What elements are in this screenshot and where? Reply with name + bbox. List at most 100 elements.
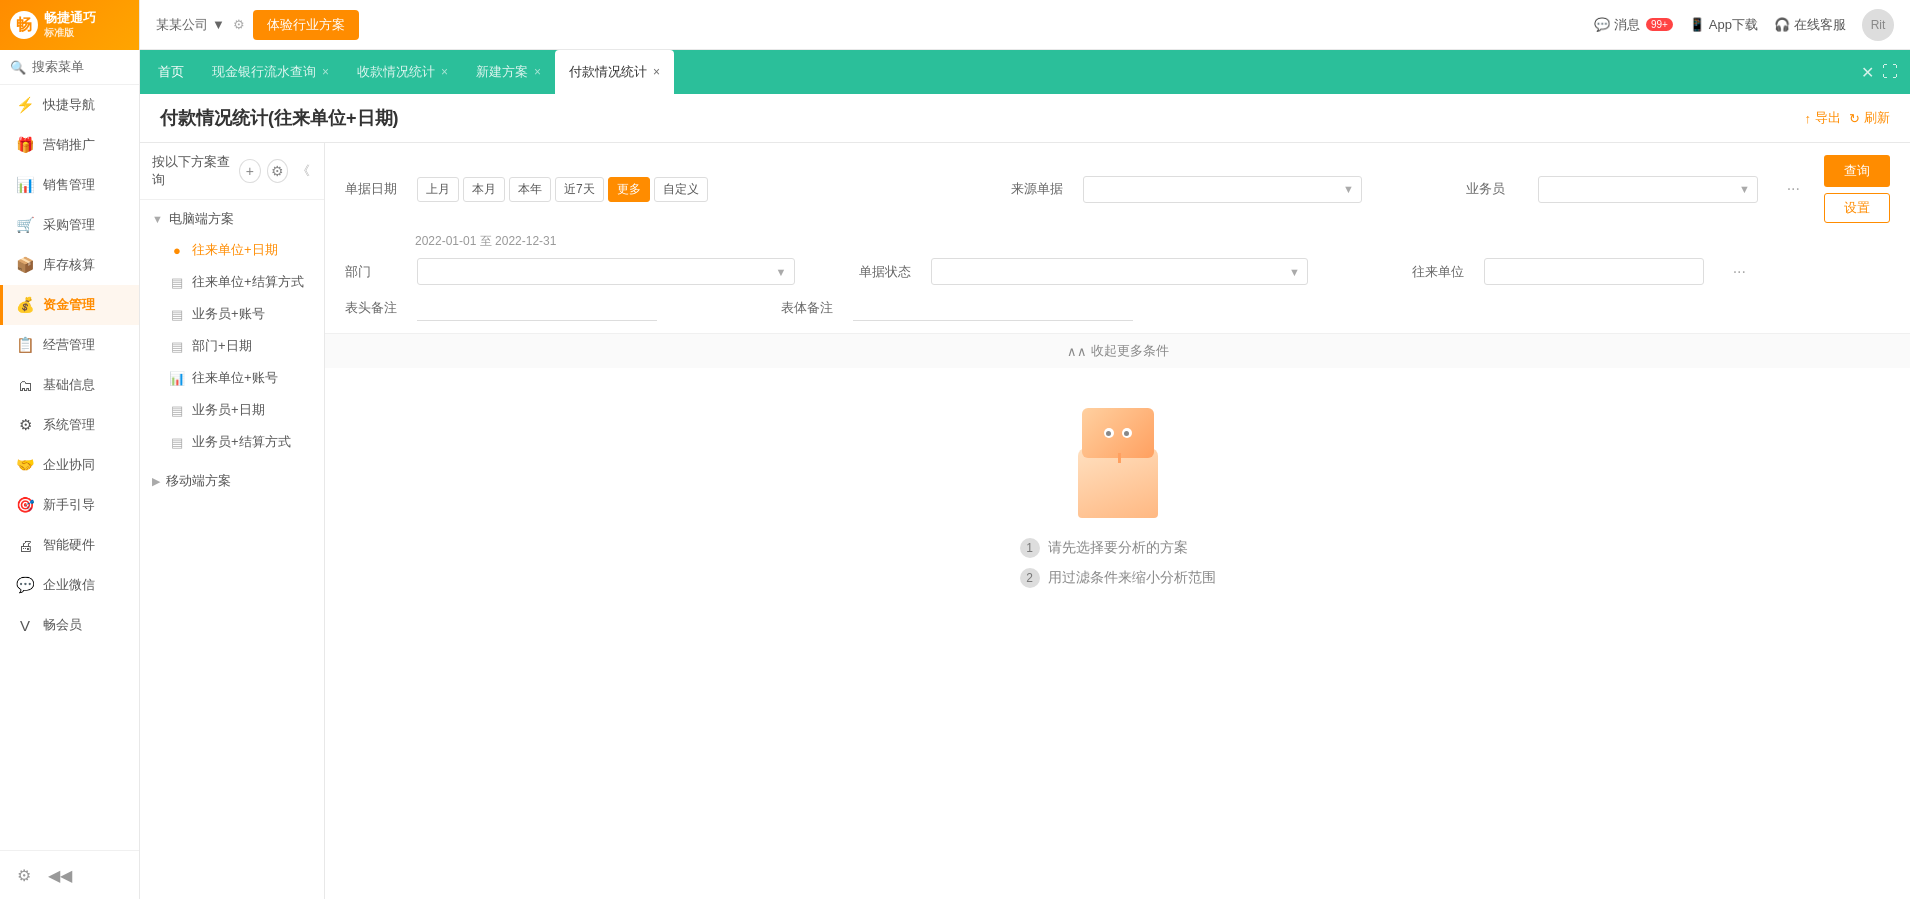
tab-home-label: 首页 xyxy=(158,63,184,81)
close-all-tabs-btn[interactable]: ✕ xyxy=(1861,63,1874,82)
empty-hints: 1 请先选择要分析的方案 2 用过滤条件来缩小分析范围 xyxy=(1020,538,1216,598)
counterpart-label: 往来单位 xyxy=(1412,263,1472,281)
tab-payment-stats[interactable]: 付款情况统计 × xyxy=(555,50,674,94)
sidebar-item-member[interactable]: V 畅会员 xyxy=(0,605,139,645)
collapse-more-btn[interactable]: ∧∧ 收起更多条件 xyxy=(325,334,1910,368)
tab-new-scheme[interactable]: 新建方案 × xyxy=(462,50,555,94)
tab-payment-stats-close[interactable]: × xyxy=(653,65,660,79)
scheme-item-salesman-account[interactable]: ▤ 业务员+账号 xyxy=(140,298,324,330)
tab-cash-flow-close[interactable]: × xyxy=(322,65,329,79)
sidebar-item-hardware[interactable]: 🖨 智能硬件 xyxy=(0,525,139,565)
settings-footer-btn[interactable]: ⚙ xyxy=(10,861,38,889)
scheme-item-chart-icon: ▤ xyxy=(168,273,186,291)
robot-pupil-left xyxy=(1106,431,1111,436)
date-btn-custom[interactable]: 自定义 xyxy=(654,177,708,202)
user-avatar[interactable]: Rit xyxy=(1862,9,1894,41)
sidebar-item-wechat[interactable]: 💬 企业微信 xyxy=(0,565,139,605)
refresh-btn[interactable]: ↻ 刷新 xyxy=(1849,109,1890,127)
messages-action[interactable]: 💬 消息 99+ xyxy=(1594,16,1673,34)
source-doc-select[interactable] xyxy=(1083,176,1362,203)
date-btn-last-7[interactable]: 近7天 xyxy=(555,177,604,202)
add-scheme-btn[interactable]: + xyxy=(239,159,261,183)
scheme-item-label: 往来单位+日期 xyxy=(192,241,278,259)
empty-hint-2: 2 用过滤条件来缩小分析范围 xyxy=(1020,568,1216,588)
online-service-action[interactable]: 🎧 在线客服 xyxy=(1774,16,1846,34)
header-note-input[interactable] xyxy=(417,295,657,321)
tab-bar: 首页 现金银行流水查询 × 收款情况统计 × 新建方案 × 付款情况统计 × ✕… xyxy=(140,50,1910,94)
collapse-label: 收起更多条件 xyxy=(1091,342,1169,360)
date-btn-this-year[interactable]: 本年 xyxy=(509,177,551,202)
sidebar-item-guide[interactable]: 🎯 新手引导 xyxy=(0,485,139,525)
page-area: 付款情况统计(往来单位+日期) ↑ 导出 ↻ 刷新 按以下方案查询 + ⚙ xyxy=(140,94,1910,899)
system-icon: ⚙ xyxy=(15,415,35,435)
date-btn-more[interactable]: 更多 xyxy=(608,177,650,202)
logo-icon: 畅 xyxy=(10,11,38,39)
filter-row-date: 单据日期 上月 本月 本年 近7天 更多 自定义 来源单据 xyxy=(345,155,1890,223)
sidebar-search[interactable]: 🔍 搜索菜单 xyxy=(0,50,139,85)
body-note-input[interactable] xyxy=(853,295,1133,321)
robot-pupil-right xyxy=(1124,431,1129,436)
guide-icon: 🎯 xyxy=(15,495,35,515)
sidebar-item-quick-nav[interactable]: ⚡ 快捷导航 xyxy=(0,85,139,125)
sidebar-footer: ⚙ ◀◀ xyxy=(0,850,139,899)
date-label: 单据日期 xyxy=(345,180,405,198)
scheme-item-dept-date[interactable]: ▤ 部门+日期 xyxy=(140,330,324,362)
salesman-label: 业务员 xyxy=(1466,180,1526,198)
tab-receipt-stats-close[interactable]: × xyxy=(441,65,448,79)
robot-eyes xyxy=(1104,428,1132,438)
filter-settings-btn[interactable]: 设置 xyxy=(1824,193,1890,223)
expand-tab-btn[interactable]: ⛶ xyxy=(1882,63,1898,81)
scheme-settings-btn[interactable]: ⚙ xyxy=(267,159,289,183)
tab-home[interactable]: 首页 xyxy=(144,50,198,94)
sidebar-item-inventory[interactable]: 📦 库存核算 xyxy=(0,245,139,285)
scheme-item-counterpart-settle[interactable]: ▤ 往来单位+结算方式 xyxy=(140,266,324,298)
tab-receipt-stats[interactable]: 收款情况统计 × xyxy=(343,50,462,94)
wechat-icon: 💬 xyxy=(15,575,35,595)
counterpart-more-btn[interactable]: ··· xyxy=(1716,263,1746,281)
app-download-action[interactable]: 📱 App下载 xyxy=(1689,16,1758,34)
company-selector[interactable]: 某某公司 ▼ xyxy=(156,16,225,34)
scheme-item-counterpart-date[interactable]: ● 往来单位+日期 xyxy=(140,234,324,266)
robot-eye-right xyxy=(1122,428,1132,438)
scheme-panel-title: 按以下方案查询 xyxy=(152,153,233,189)
sidebar-item-marketing[interactable]: 🎁 营销推广 xyxy=(0,125,139,165)
sidebar-item-capital[interactable]: 💰 资金管理 xyxy=(0,285,139,325)
dept-label: 部门 xyxy=(345,263,405,281)
doc-status-select[interactable] xyxy=(931,258,1309,285)
date-range-text: 2022-01-01 至 2022-12-31 xyxy=(415,234,556,248)
page-header-actions: ↑ 导出 ↻ 刷新 xyxy=(1805,109,1891,127)
scheme-group-mobile-header[interactable]: ▶ 移动端方案 xyxy=(140,466,324,496)
salesman-select[interactable] xyxy=(1538,176,1758,203)
scheme-group-pc-header[interactable]: ▼ 电脑端方案 xyxy=(140,204,324,234)
scheme-item-salesman-date[interactable]: ▤ 业务员+日期 xyxy=(140,394,324,426)
tab-cash-flow[interactable]: 现金银行流水查询 × xyxy=(198,50,343,94)
data-empty-area: 1 请先选择要分析的方案 2 用过滤条件来缩小分析范围 xyxy=(325,368,1910,638)
query-btn[interactable]: 查询 xyxy=(1824,155,1890,187)
sidebar-item-cooperation[interactable]: 🤝 企业协同 xyxy=(0,445,139,485)
export-btn[interactable]: ↑ 导出 xyxy=(1805,109,1842,127)
sidebar-item-system[interactable]: ⚙ 系统管理 xyxy=(0,405,139,445)
counterpart-select[interactable] xyxy=(1484,258,1704,285)
scheme-item-counterpart-account[interactable]: 📊 往来单位+账号 xyxy=(140,362,324,394)
date-btn-this-month[interactable]: 本月 xyxy=(463,177,505,202)
sidebar-item-purchase[interactable]: 🛒 采购管理 xyxy=(0,205,139,245)
salesman-more-btn[interactable]: ··· xyxy=(1770,180,1800,198)
collapse-sidebar-btn[interactable]: ◀◀ xyxy=(46,861,74,889)
scheme-item-salesman-settle[interactable]: ▤ 业务员+结算方式 xyxy=(140,426,324,458)
settings-icon[interactable]: ⚙ xyxy=(233,17,245,32)
sales-icon: 📊 xyxy=(15,175,35,195)
sidebar-item-sales[interactable]: 📊 销售管理 xyxy=(0,165,139,205)
top-header-right: 💬 消息 99+ 📱 App下载 🎧 在线客服 Rit xyxy=(1594,9,1894,41)
date-btn-last-month[interactable]: 上月 xyxy=(417,177,459,202)
content-layout: 按以下方案查询 + ⚙ 《 ▼ 电脑端方案 ● 往来单位+日期 xyxy=(140,143,1910,899)
search-icon: 🔍 xyxy=(10,60,26,75)
sidebar-item-operation[interactable]: 📋 经营管理 xyxy=(0,325,139,365)
experience-btn[interactable]: 体验行业方案 xyxy=(253,10,359,40)
scheme-item-label: 往来单位+结算方式 xyxy=(192,273,304,291)
scheme-group-pc: ▼ 电脑端方案 ● 往来单位+日期 ▤ 往来单位+结算方式 ▤ 业务员+账号 xyxy=(140,200,324,462)
dept-select[interactable] xyxy=(417,258,795,285)
sidebar-item-basic-info[interactable]: 🗂 基础信息 xyxy=(0,365,139,405)
scheme-collapse-btn[interactable]: 《 xyxy=(294,161,312,181)
tab-new-scheme-close[interactable]: × xyxy=(534,65,541,79)
hint-num-1: 1 xyxy=(1020,538,1040,558)
